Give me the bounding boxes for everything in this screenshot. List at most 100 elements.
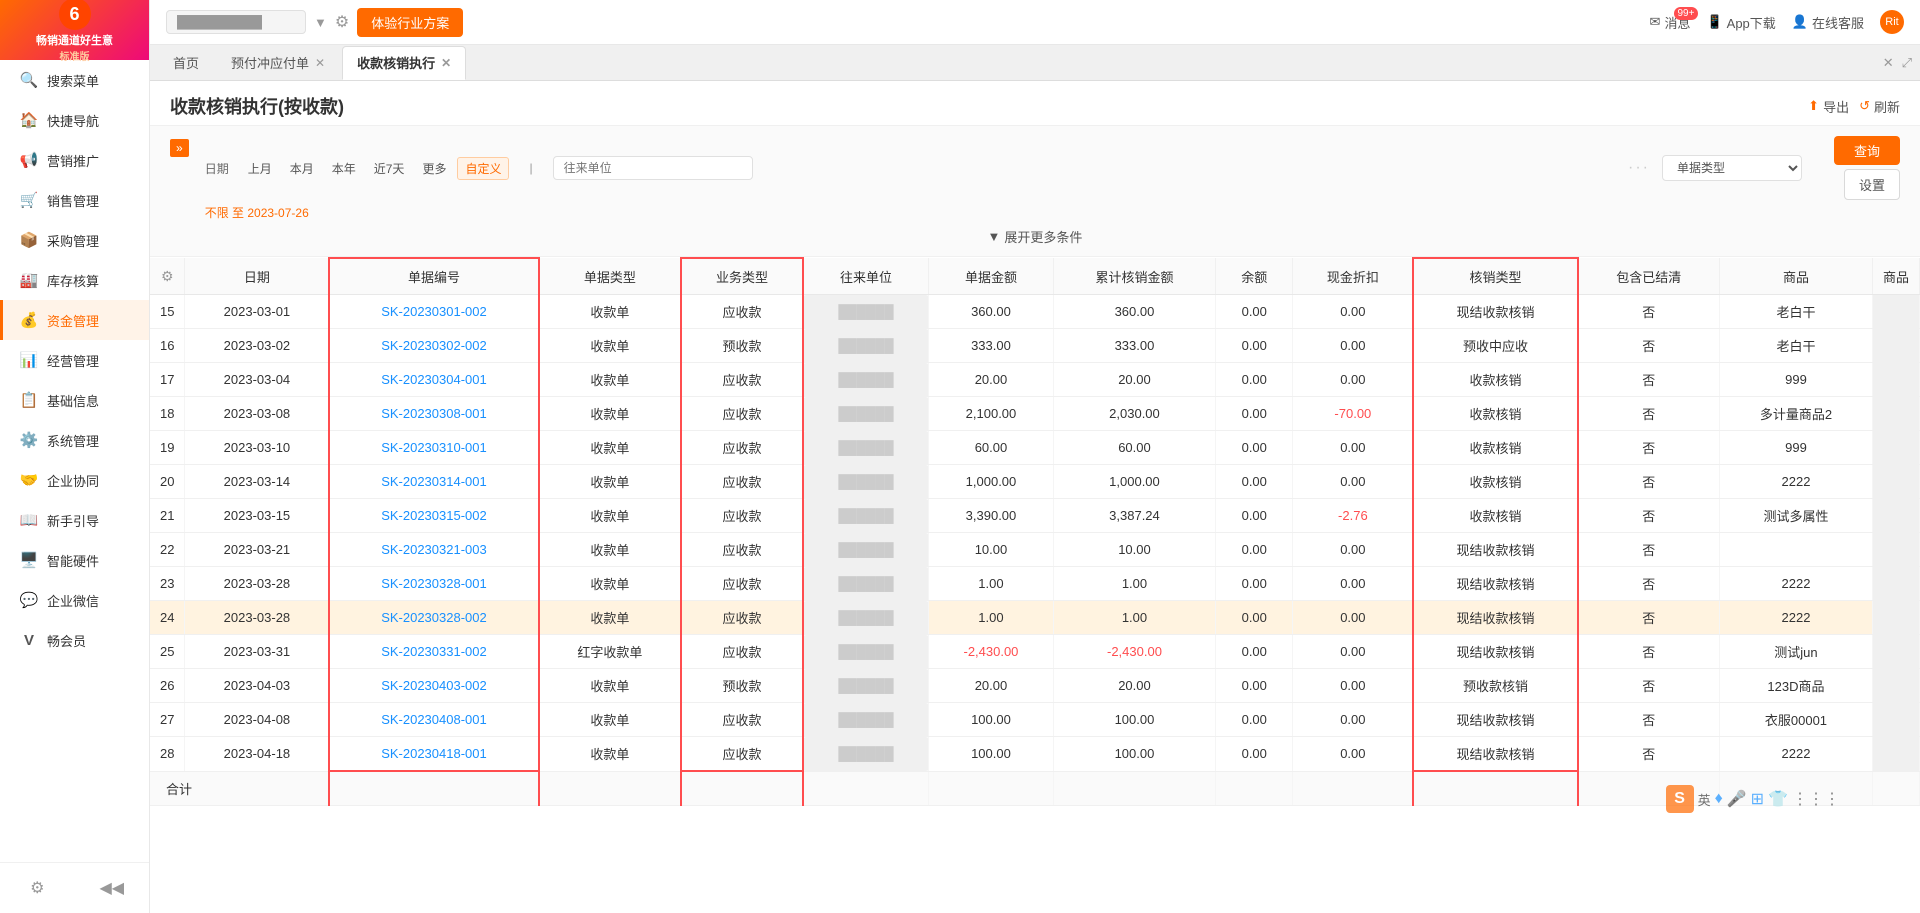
doc-no-link[interactable]: SK-20230418-001	[381, 746, 487, 761]
last-month-btn[interactable]: 上月	[241, 158, 279, 179]
table-cell[interactable]: SK-20230314-001	[329, 465, 538, 499]
table-cell	[1872, 601, 1919, 635]
table-cell	[1872, 669, 1919, 703]
receipt-type-select[interactable]: 单据类型	[1662, 155, 1802, 181]
notification-icon: ✉	[1650, 14, 1661, 30]
tab-home[interactable]: 首页	[158, 46, 214, 80]
table-cell[interactable]: SK-20230301-002	[329, 295, 538, 329]
table-cell: 2222	[1719, 567, 1872, 601]
table-cell: 否	[1578, 499, 1720, 533]
table-cell[interactable]: SK-20230328-002	[329, 601, 538, 635]
export-button[interactable]: ⬆ 导出	[1808, 97, 1849, 116]
tab-advance-payment[interactable]: 预付冲应付单 ✕	[216, 46, 340, 80]
user-profile-button[interactable]: Rit	[1880, 10, 1904, 34]
doc-no-link[interactable]: SK-20230301-002	[381, 304, 487, 319]
maximize-icon[interactable]: ⤢	[1902, 55, 1912, 71]
settings-gear-icon[interactable]: ⚙	[335, 12, 349, 32]
online-service-button[interactable]: 👤 在线客服	[1792, 13, 1864, 32]
refresh-button[interactable]: ↺ 刷新	[1859, 97, 1900, 116]
doc-no-link[interactable]: SK-20230321-003	[381, 542, 487, 557]
doc-no-link[interactable]: SK-20230308-001	[381, 406, 487, 421]
settings-button[interactable]: 设置	[1844, 169, 1900, 200]
table-cell[interactable]: SK-20230304-001	[329, 363, 538, 397]
filter-row-1: 日期 上月 本月 本年 近7天 更多 自定义 |	[205, 136, 1900, 200]
settings-bottom-button[interactable]: ⚙	[22, 873, 52, 903]
doc-no-link[interactable]: SK-20230315-002	[381, 508, 487, 523]
doc-no-link[interactable]: SK-20230310-001	[381, 440, 487, 455]
sidebar-item-enterprise[interactable]: 🤝 企业协同	[0, 460, 149, 500]
app-download-button[interactable]: 📱 App下载	[1706, 13, 1775, 32]
expand-conditions-button[interactable]: ▼ 展开更多条件	[988, 227, 1083, 246]
doc-no-link[interactable]: SK-20230331-002	[381, 644, 487, 659]
sidebar-item-operations[interactable]: 📊 经营管理	[0, 340, 149, 380]
sidebar-item-member[interactable]: V 畅会员	[0, 620, 149, 660]
table-cell: 123D商品	[1719, 669, 1872, 703]
filter-toggle-button[interactable]: »	[170, 140, 189, 155]
table-cell[interactable]: SK-20230308-001	[329, 397, 538, 431]
table-cell[interactable]: SK-20230302-002	[329, 329, 538, 363]
query-button[interactable]: 查询	[1834, 136, 1900, 165]
table-cell: 收款单	[539, 703, 682, 737]
sidebar-item-basic[interactable]: 📋 基础信息	[0, 380, 149, 420]
sidebar-item-system[interactable]: ⚙️ 系统管理	[0, 420, 149, 460]
close-tab-advance-icon[interactable]: ✕	[315, 56, 325, 70]
doc-no-link[interactable]: SK-20230328-002	[381, 610, 487, 625]
sidebar-item-purchase[interactable]: 📦 采购管理	[0, 220, 149, 260]
doc-no-link[interactable]: SK-20230328-001	[381, 576, 487, 591]
close-all-tabs-icon[interactable]: ✕	[1883, 55, 1894, 71]
sidebar-item-wechat[interactable]: 💬 企业微信	[0, 580, 149, 620]
doc-no-link[interactable]: SK-20230403-002	[381, 678, 487, 693]
sidebar-item-inventory[interactable]: 🏭 库存核算	[0, 260, 149, 300]
content-area: 收款核销执行(按收款) ⬆ 导出 ↺ 刷新 »	[150, 81, 1920, 913]
custom-date-btn[interactable]: 自定义	[457, 157, 509, 180]
table-cell: 否	[1578, 635, 1720, 669]
table-cell[interactable]: SK-20230328-001	[329, 567, 538, 601]
table-cell: 18	[150, 397, 185, 431]
close-tab-collection-icon[interactable]: ✕	[441, 56, 451, 70]
collapse-sidebar-button[interactable]: ◀◀	[97, 873, 127, 903]
more-date-btn[interactable]: 更多	[415, 158, 453, 179]
dropdown-arrow-icon[interactable]: ▼	[314, 15, 327, 30]
sidebar-item-search[interactable]: 🔍 搜索菜单	[0, 60, 149, 100]
table-cell: ██████	[803, 431, 929, 465]
sidebar-item-hardware[interactable]: 🖥️ 智能硬件	[0, 540, 149, 580]
col-header-settings[interactable]: ⚙	[150, 258, 185, 295]
column-settings-icon[interactable]: ⚙	[161, 268, 174, 284]
industry-solution-button[interactable]: 体验行业方案	[357, 8, 463, 37]
doc-no-link[interactable]: SK-20230304-001	[381, 372, 487, 387]
doc-no-link[interactable]: SK-20230314-001	[381, 474, 487, 489]
last-7-days-btn[interactable]: 近7天	[367, 158, 412, 179]
table-cell: ██████	[803, 295, 929, 329]
sidebar-item-marketing[interactable]: 📢 营销推广	[0, 140, 149, 180]
sidebar-item-guide[interactable]: 📖 新手引导	[0, 500, 149, 540]
sidebar-item-quick-nav[interactable]: 🏠 快捷导航	[0, 100, 149, 140]
app-logo: 6 畅销通道好生意 标准版	[0, 0, 149, 60]
doc-no-link[interactable]: SK-20230302-002	[381, 338, 487, 353]
table-cell: 0.00	[1216, 363, 1293, 397]
table-cell: ██████	[803, 499, 929, 533]
table-cell: 否	[1578, 567, 1720, 601]
table-cell: 收款核销	[1413, 465, 1577, 499]
table-cell[interactable]: SK-20230403-002	[329, 669, 538, 703]
notification-button[interactable]: ✉ 消息 99+	[1650, 13, 1691, 32]
table-cell	[1872, 567, 1919, 601]
sidebar-item-sales[interactable]: 🛒 销售管理	[0, 180, 149, 220]
counterpart-input[interactable]	[553, 156, 753, 180]
tab-advance-payment-label: 预付冲应付单	[231, 53, 309, 72]
table-cell[interactable]: SK-20230315-002	[329, 499, 538, 533]
tab-collection-verify[interactable]: 收款核销执行 ✕	[342, 46, 466, 80]
doc-no-link[interactable]: SK-20230408-001	[381, 712, 487, 727]
sidebar-item-finance[interactable]: 💰 资金管理	[0, 300, 149, 340]
table-cell[interactable]: SK-20230418-001	[329, 737, 538, 772]
this-month-btn[interactable]: 本月	[283, 158, 321, 179]
table-cell: -2,430.00	[929, 635, 1054, 669]
table-cell: ██████	[803, 703, 929, 737]
table-cell[interactable]: SK-20230310-001	[329, 431, 538, 465]
this-year-btn[interactable]: 本年	[325, 158, 363, 179]
tab-home-label: 首页	[173, 53, 199, 72]
table-cell: 应收款	[681, 635, 802, 669]
table-cell[interactable]: SK-20230331-002	[329, 635, 538, 669]
table-cell[interactable]: SK-20230408-001	[329, 703, 538, 737]
table-cell[interactable]: SK-20230321-003	[329, 533, 538, 567]
address-bar[interactable]: ██████████	[166, 10, 306, 34]
